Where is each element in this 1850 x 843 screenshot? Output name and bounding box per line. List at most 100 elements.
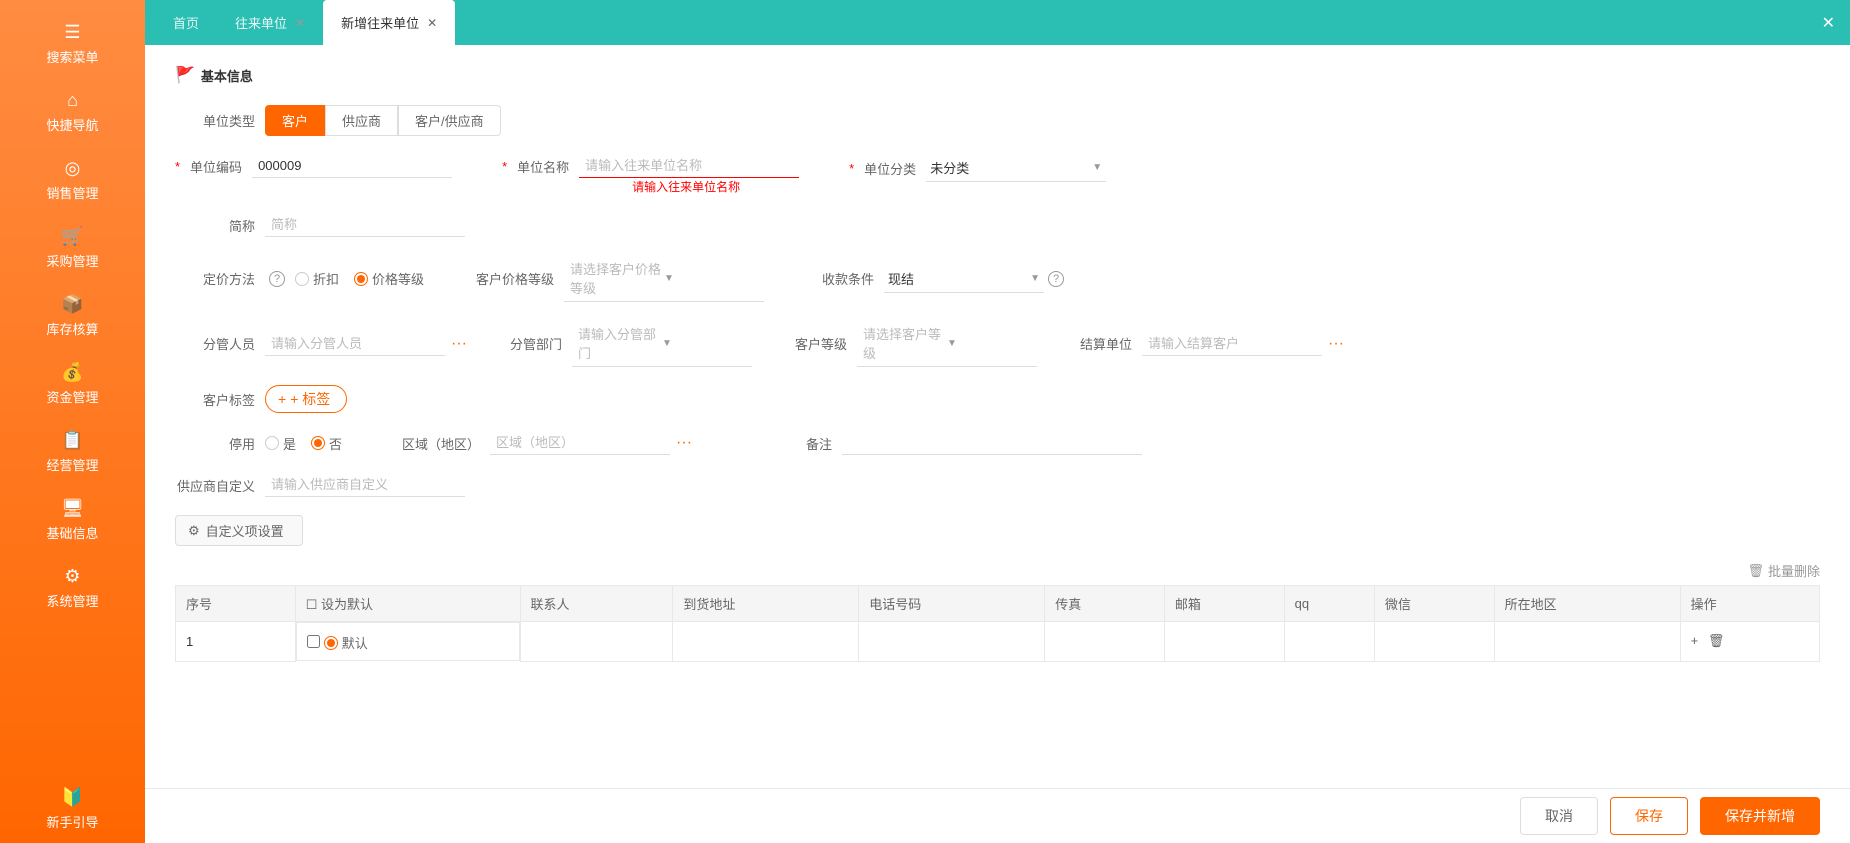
unit-code-input[interactable] (252, 154, 452, 178)
disabled-no-label: 否 (329, 434, 342, 453)
unit-category-select[interactable]: 未分类 ▼ (926, 154, 1106, 182)
sidebar-item-label: 资金管理 (46, 387, 98, 406)
col-operation: 操作 (1680, 586, 1819, 622)
sidebar-item-system-mgmt[interactable]: ⚙ 系统管理 (0, 554, 145, 622)
cell-address (673, 622, 859, 662)
search-menu-icon: ☰ (64, 22, 80, 43)
region-more-btn[interactable]: ··· (676, 434, 692, 452)
window-close-btn[interactable]: ✕ (1822, 13, 1835, 33)
tab-home[interactable]: 首页 (155, 0, 217, 45)
payment-terms-value: 现结 (888, 269, 1030, 288)
batch-delete-label[interactable]: 批量删除 (1768, 561, 1820, 580)
pricing-radio-level[interactable]: 价格等级 (354, 269, 424, 288)
unit-type-customer-btn[interactable]: 客户 (265, 105, 325, 136)
payment-terms-label: 收款条件 (814, 269, 874, 288)
manager-input[interactable] (265, 332, 445, 356)
region-label: 区域（地区） (402, 434, 480, 453)
col-fax: 传真 (1045, 586, 1165, 622)
tab-home-label: 首页 (173, 13, 199, 32)
unit-type-both-btn[interactable]: 客户/供应商 (398, 105, 501, 136)
save-button[interactable]: 保存 (1610, 797, 1688, 835)
unit-name-input[interactable] (579, 154, 799, 178)
col-checkbox-icon[interactable]: ☐ (306, 597, 318, 612)
tab-counterparty-label: 往来单位 (235, 13, 287, 32)
unit-type-supplier-btn[interactable]: 供应商 (325, 105, 398, 136)
default-radio[interactable]: 默认 (324, 633, 368, 652)
customer-level-select[interactable]: 请选择客户等级 ▼ (857, 320, 1037, 367)
delete-row-btn[interactable]: 🗑 (1708, 633, 1725, 648)
remarks-input[interactable] (842, 431, 1142, 455)
sidebar-item-operations[interactable]: 📋 经营管理 (0, 418, 145, 486)
supplier-custom-input[interactable] (265, 473, 465, 497)
unit-code-group: * 单位编码 (175, 154, 452, 178)
disabled-no-circle (311, 436, 325, 450)
cancel-button[interactable]: 取消 (1520, 797, 1598, 835)
unit-name-label: 单位名称 (509, 157, 569, 176)
cust-price-level-select[interactable]: 请选择客户价格等级 ▼ (564, 255, 764, 302)
tab-new-counterparty-close[interactable]: ✕ (427, 16, 437, 30)
sidebar-item-search-menu[interactable]: ☰ 搜索菜单 (0, 10, 145, 78)
cust-price-level-placeholder: 请选择客户价格等级 (570, 259, 664, 297)
basic-info-icon: 🖥 (61, 498, 84, 519)
add-tag-btn[interactable]: + + 标签 (265, 385, 347, 413)
cell-default: 默认 (296, 622, 520, 661)
sidebar-item-sales-mgmt[interactable]: ◎ 销售管理 (0, 146, 145, 214)
disabled-yes-label: 是 (283, 434, 296, 453)
sidebar-item-purchase-mgmt[interactable]: 🛒 采购管理 (0, 214, 145, 282)
purchase-icon: 🛒 (61, 226, 83, 247)
tab-counterparty-close[interactable]: ✕ (295, 16, 305, 30)
sidebar-item-label: 库存核算 (46, 319, 98, 338)
custom-settings-label: 自定义项设置 (206, 521, 284, 540)
tab-new-counterparty[interactable]: 新增往来单位 ✕ (323, 0, 455, 45)
payment-terms-select[interactable]: 现结 ▼ (884, 265, 1044, 293)
flag-icon: 🚩 (175, 65, 195, 85)
manager-row: 分管人员 ··· 分管部门 请输入分管部门 ▼ 客户等级 请选择客户等级 (175, 320, 1820, 367)
main-area: 首页 往来单位 ✕ 新增往来单位 ✕ ✕ 🚩 基本信息 单位类型 客户 供应商 (145, 0, 1850, 843)
short-name-row: 简称 (175, 213, 1820, 237)
unit-code-field-row: * 单位编码 (175, 154, 452, 178)
unit-code-label: 单位编码 (182, 157, 242, 176)
pricing-help-icon[interactable]: ? (269, 271, 285, 287)
unit-category-required: * (849, 161, 854, 176)
sidebar-item-inventory[interactable]: 📦 库存核算 (0, 282, 145, 350)
dept-placeholder: 请输入分管部门 (578, 324, 662, 362)
disabled-radio-yes[interactable]: 是 (265, 434, 296, 453)
cell-wechat (1374, 622, 1494, 662)
manager-more-btn[interactable]: ··· (451, 335, 467, 353)
cell-region (1494, 622, 1680, 662)
custom-settings-btn[interactable]: ⚙ 自定义项设置 (175, 515, 303, 546)
cell-fax (1045, 622, 1165, 662)
pricing-radio-discount[interactable]: 折扣 (295, 269, 339, 288)
sidebar-item-basic-info[interactable]: 🖥 基础信息 (0, 486, 145, 554)
manager-label: 分管人员 (175, 334, 255, 353)
disabled-radio-no[interactable]: 否 (311, 434, 342, 453)
sidebar-item-finance[interactable]: 💰 资金管理 (0, 350, 145, 418)
region-input[interactable] (490, 431, 670, 455)
contact-table: 序号 ☐ 设为默认 联系人 到货地址 电话号码 传真 邮箱 qq 微信 所在地区 (175, 585, 1820, 662)
unit-name-required: * (502, 159, 507, 174)
add-row-btn[interactable]: + (1691, 633, 1699, 648)
customer-level-placeholder: 请选择客户等级 (863, 324, 947, 362)
newcomer-icon: 🔰 (61, 787, 83, 808)
settlement-unit-input[interactable] (1142, 332, 1322, 356)
unit-name-field-row: * 单位名称 (502, 154, 799, 178)
sidebar-item-newcomer[interactable]: 🔰 新手引导 (0, 775, 145, 843)
sidebar-item-quick-nav[interactable]: ⌂ 快捷导航 (0, 78, 145, 146)
cell-phone (859, 622, 1045, 662)
short-name-input[interactable] (265, 213, 465, 237)
unit-type-row: 单位类型 客户 供应商 客户/供应商 (175, 105, 1820, 136)
cell-email (1164, 622, 1284, 662)
cell-contact (520, 622, 673, 662)
remarks-label: 备注 (752, 434, 832, 453)
unit-category-field-row: * 单位分类 未分类 ▼ (849, 154, 1106, 182)
content-area: 🚩 基本信息 单位类型 客户 供应商 客户/供应商 * 单位编码 (145, 45, 1850, 788)
unit-category-label: 单位分类 (856, 159, 916, 178)
disabled-label: 停用 (175, 434, 255, 453)
settlement-unit-more-btn[interactable]: ··· (1328, 335, 1344, 353)
dept-select[interactable]: 请输入分管部门 ▼ (572, 320, 752, 367)
tab-counterparty[interactable]: 往来单位 ✕ (217, 0, 323, 45)
row-checkbox[interactable] (307, 635, 320, 648)
supplier-custom-label: 供应商自定义 (175, 476, 255, 495)
payment-terms-help-icon[interactable]: ? (1048, 271, 1064, 287)
save-new-button[interactable]: 保存并新增 (1700, 797, 1820, 835)
